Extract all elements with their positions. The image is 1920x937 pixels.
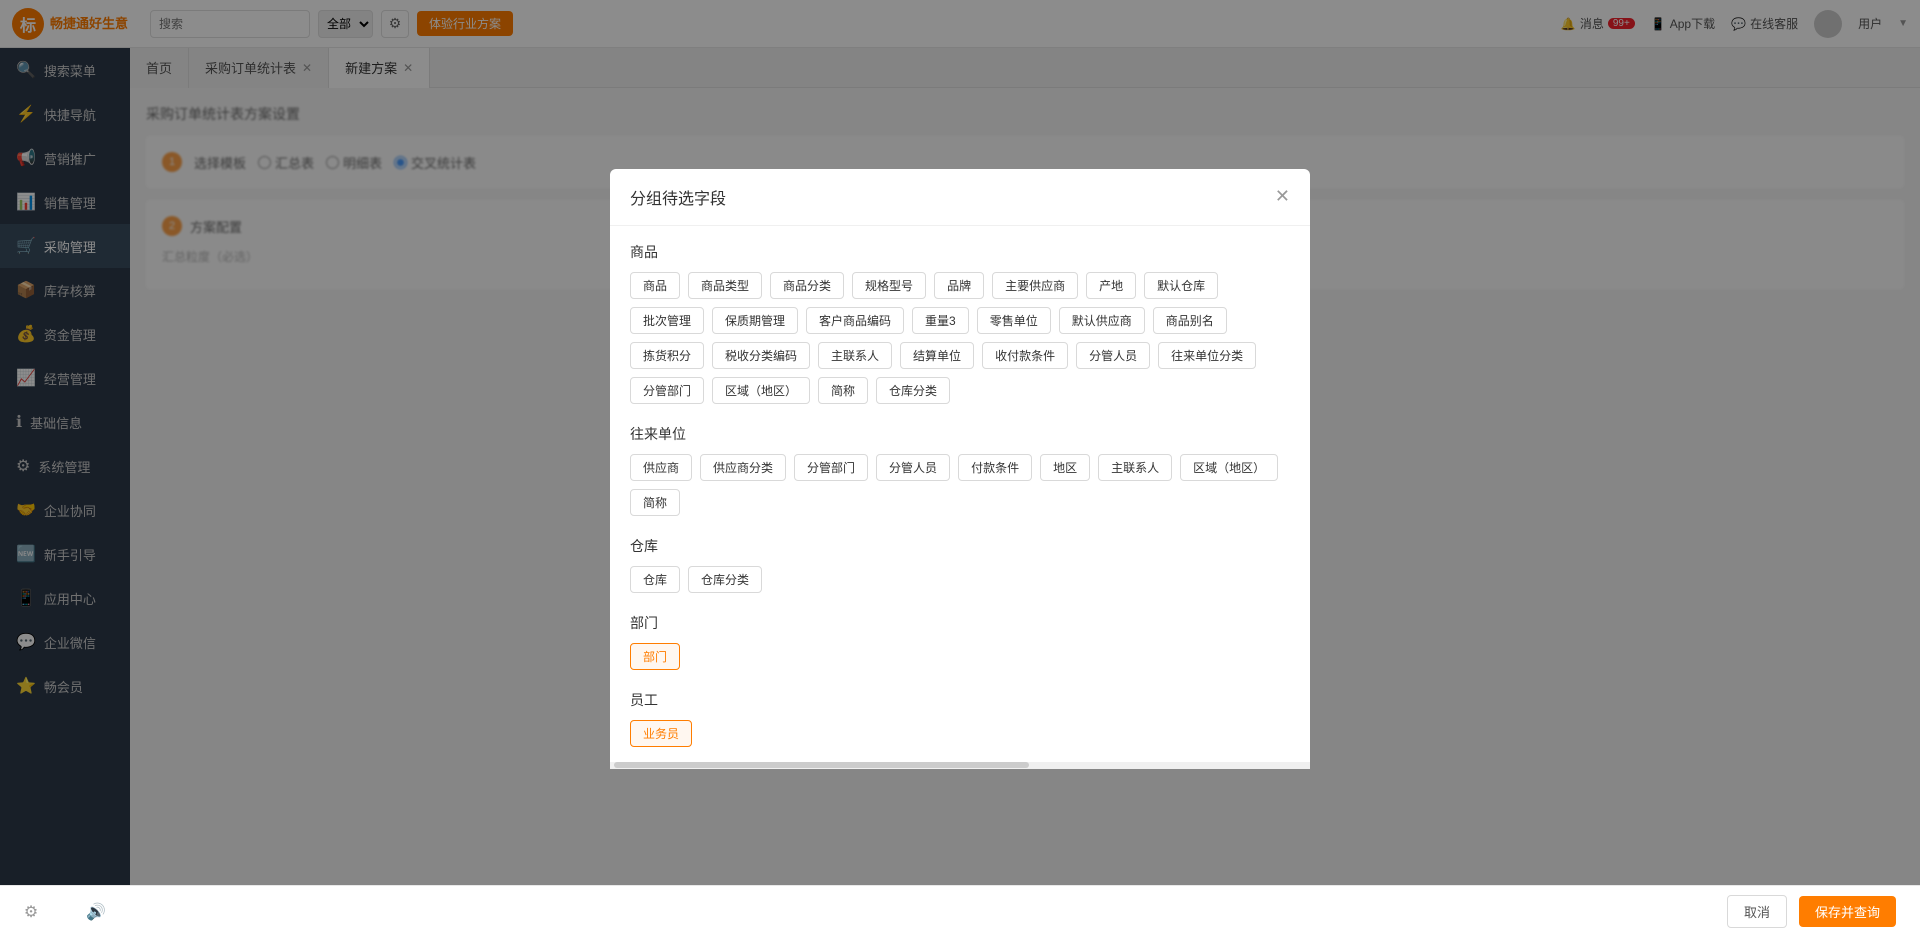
- field-section-title-2: 仓库: [630, 536, 1290, 556]
- field-tag-0-21[interactable]: 往来单位分类: [1158, 342, 1256, 369]
- bottom-bar: 取消 保存并查询: [0, 885, 1920, 937]
- field-tags-1: 供应商供应商分类分管部门分管人员付款条件地区主联系人区域（地区） 简称: [630, 454, 1290, 516]
- field-section-1: 往来单位供应商供应商分类分管部门分管人员付款条件地区主联系人区域（地区） 简称: [630, 424, 1290, 516]
- modal-header: 分组待选字段 ✕: [610, 169, 1310, 226]
- modal-body: 商品商品商品类型商品分类规格型号品牌主要供应商产地默认仓库批次管理保质期管理客户…: [610, 226, 1310, 762]
- field-tag-0-8[interactable]: 批次管理: [630, 307, 704, 334]
- field-tag-0-20[interactable]: 分管人员: [1076, 342, 1150, 369]
- field-section-title-3: 部门: [630, 613, 1290, 633]
- field-tag-1-7[interactable]: 区域（地区）: [1180, 454, 1278, 481]
- bottom-left-icons: ⚙ 🔊: [0, 885, 130, 937]
- field-tag-0-3[interactable]: 规格型号: [852, 272, 926, 299]
- field-tag-0-6[interactable]: 产地: [1086, 272, 1136, 299]
- field-tag-0-16[interactable]: 税收分类编码: [712, 342, 810, 369]
- field-tag-0-14[interactable]: 商品别名: [1153, 307, 1227, 334]
- field-section-4: 员工业务员: [630, 690, 1290, 747]
- scrollbar-thumb: [614, 762, 1029, 768]
- field-tag-2-1[interactable]: 仓库分类: [688, 566, 762, 593]
- field-tag-1-8[interactable]: 简称: [630, 489, 680, 516]
- field-section-title-0: 商品: [630, 242, 1290, 262]
- field-tag-0-1[interactable]: 商品类型: [688, 272, 762, 299]
- field-tag-0-19[interactable]: 收付款条件: [982, 342, 1068, 369]
- field-tag-0-4[interactable]: 品牌: [934, 272, 984, 299]
- modal-close-button[interactable]: ✕: [1275, 186, 1290, 207]
- field-tag-1-1[interactable]: 供应商分类: [700, 454, 786, 481]
- field-tag-0-22[interactable]: 分管部门: [630, 377, 704, 404]
- field-tag-0-7[interactable]: 默认仓库: [1144, 272, 1218, 299]
- confirm-button[interactable]: 保存并查询: [1799, 896, 1896, 927]
- field-section-2: 仓库仓库仓库分类: [630, 536, 1290, 593]
- field-tag-1-6[interactable]: 主联系人: [1098, 454, 1172, 481]
- field-tag-0-11[interactable]: 重量3: [912, 307, 969, 334]
- field-tag-0-13[interactable]: 默认供应商: [1059, 307, 1145, 334]
- field-tags-4: 业务员: [630, 720, 1290, 747]
- field-tags-2: 仓库仓库分类: [630, 566, 1290, 593]
- field-tag-0-0[interactable]: 商品: [630, 272, 680, 299]
- field-tag-1-3[interactable]: 分管人员: [876, 454, 950, 481]
- cancel-button[interactable]: 取消: [1727, 895, 1787, 928]
- field-select-modal: 分组待选字段 ✕ 商品商品商品类型商品分类规格型号品牌主要供应商产地默认仓库批次…: [610, 169, 1310, 769]
- modal-title: 分组待选字段: [630, 185, 726, 209]
- field-tag-3-0[interactable]: 部门: [630, 643, 680, 670]
- field-tag-0-17[interactable]: 主联系人: [818, 342, 892, 369]
- speaker-bottom-icon[interactable]: 🔊: [86, 902, 106, 922]
- field-tags-3: 部门: [630, 643, 1290, 670]
- field-tag-0-9[interactable]: 保质期管理: [712, 307, 798, 334]
- field-tag-1-2[interactable]: 分管部门: [794, 454, 868, 481]
- field-tag-0-12[interactable]: 零售单位: [977, 307, 1051, 334]
- modal-horizontal-scrollbar[interactable]: [610, 762, 1310, 769]
- field-section-0: 商品商品商品类型商品分类规格型号品牌主要供应商产地默认仓库批次管理保质期管理客户…: [630, 242, 1290, 404]
- field-tag-1-5[interactable]: 地区: [1040, 454, 1090, 481]
- field-section-3: 部门部门: [630, 613, 1290, 670]
- field-tag-1-4[interactable]: 付款条件: [958, 454, 1032, 481]
- field-tag-0-24[interactable]: 简称: [818, 377, 868, 404]
- field-tag-0-15[interactable]: 拣货积分: [630, 342, 704, 369]
- modal-overlay: 分组待选字段 ✕ 商品商品商品类型商品分类规格型号品牌主要供应商产地默认仓库批次…: [0, 0, 1920, 937]
- field-tag-4-0[interactable]: 业务员: [630, 720, 692, 747]
- field-tag-0-25[interactable]: 仓库分类: [876, 377, 950, 404]
- settings-bottom-icon[interactable]: ⚙: [24, 902, 38, 922]
- field-tags-0: 商品商品类型商品分类规格型号品牌主要供应商产地默认仓库批次管理保质期管理客户商品…: [630, 272, 1290, 404]
- field-tag-0-10[interactable]: 客户商品编码: [806, 307, 904, 334]
- field-tag-1-0[interactable]: 供应商: [630, 454, 692, 481]
- field-section-title-1: 往来单位: [630, 424, 1290, 444]
- field-tag-0-5[interactable]: 主要供应商: [992, 272, 1078, 299]
- field-tag-2-0[interactable]: 仓库: [630, 566, 680, 593]
- field-tag-0-2[interactable]: 商品分类: [770, 272, 844, 299]
- field-section-title-4: 员工: [630, 690, 1290, 710]
- field-tag-0-23[interactable]: 区域（地区）: [712, 377, 810, 404]
- field-tag-0-18[interactable]: 结算单位: [900, 342, 974, 369]
